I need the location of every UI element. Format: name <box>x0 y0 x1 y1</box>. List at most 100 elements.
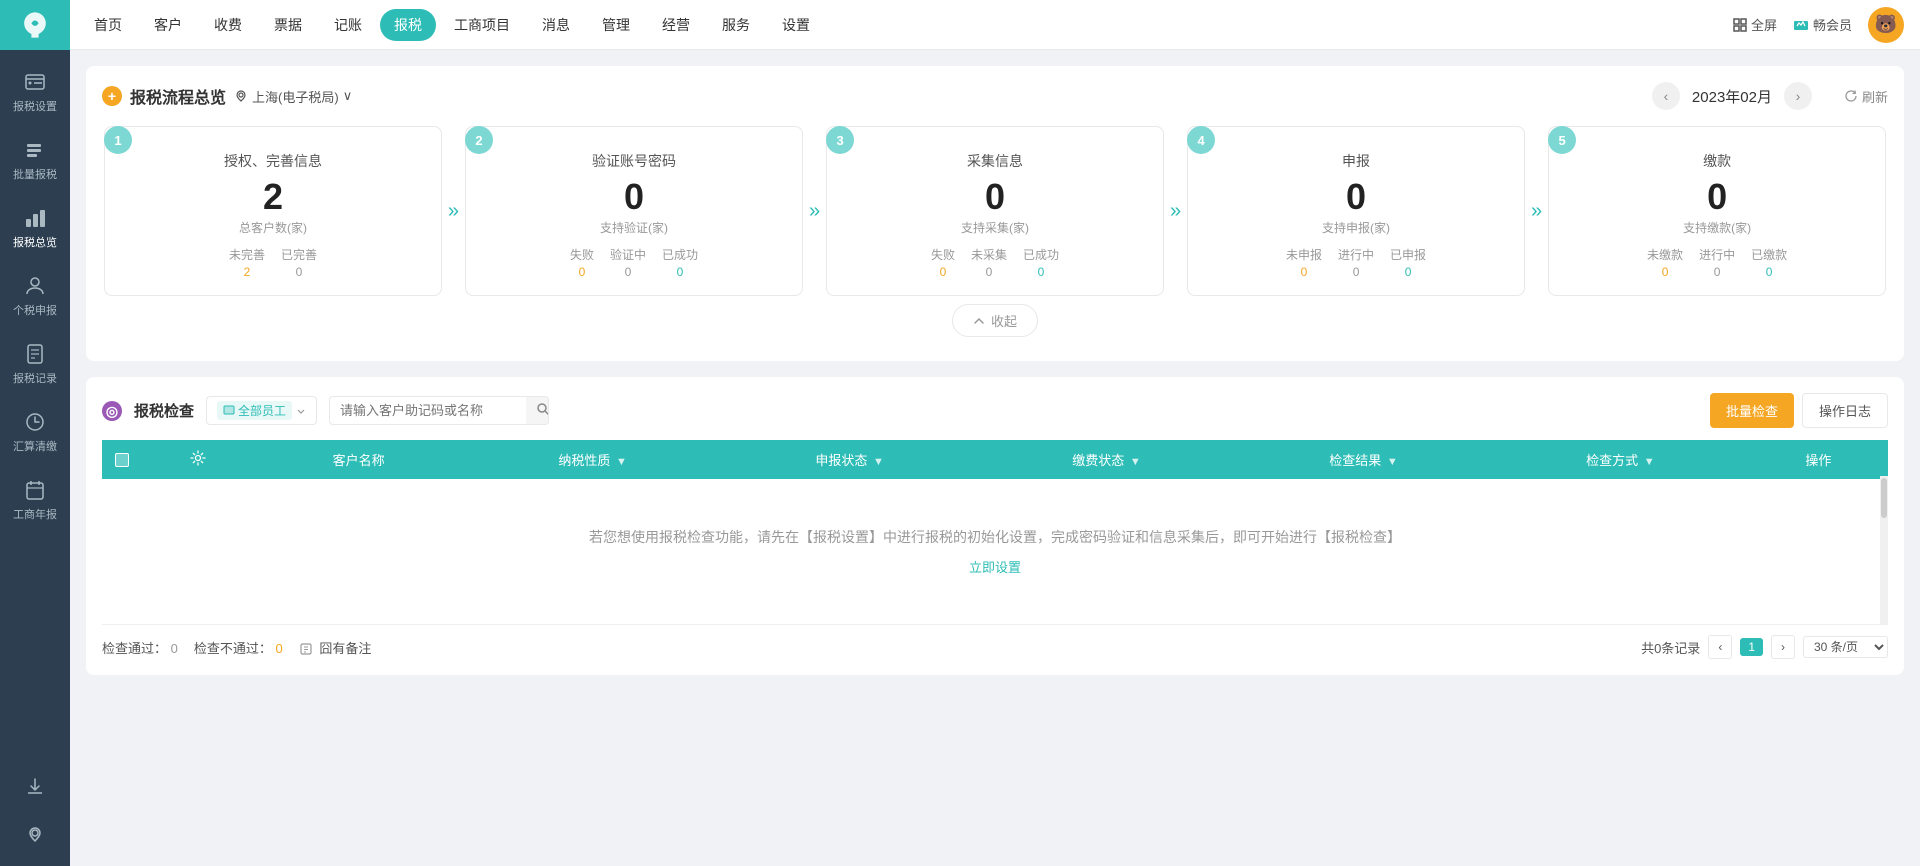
per-page-select[interactable]: 30 条/页50 条/页100 条/页 <box>1803 636 1888 658</box>
overview-header: + 报税流程总览 上海(电子税局) ∨ ‹ 2023年02月 › <box>102 82 1888 110</box>
nav-item-business[interactable]: 工商项目 <box>440 9 524 41</box>
location-badge[interactable]: 上海(电子税局) ∨ <box>234 87 352 106</box>
stat-collect-success: 已成功 0 <box>1023 246 1059 279</box>
sidebar-item-location[interactable] <box>0 812 70 856</box>
stat-declaring: 进行中 0 <box>1338 246 1374 279</box>
step-num-4: 4 <box>1187 126 1215 154</box>
tax-nature-filter-icon[interactable]: ▼ <box>616 456 627 468</box>
vip-button[interactable]: 畅会员 <box>1793 15 1852 34</box>
batch-check-button[interactable]: 批量检查 <box>1710 393 1794 428</box>
flow-step-1: 1 授权、完善信息 2 总客户数(家) 未完善 2 已完善 0 <box>104 126 442 296</box>
nav-item-account[interactable]: 记账 <box>320 9 376 41</box>
avatar[interactable]: 🐻 <box>1868 7 1904 43</box>
nav-item-service[interactable]: 服务 <box>708 9 764 41</box>
check-title: 报税检查 <box>134 400 194 421</box>
nav-item-manage[interactable]: 管理 <box>588 9 644 41</box>
flow-step-4: 4 申报 0 支持申报(家) 未申报 0 进行中 0 已申报 0 <box>1187 126 1525 296</box>
location-pin-icon <box>234 89 248 103</box>
settings-icon[interactable] <box>190 450 206 466</box>
step-stats-1: 未完善 2 已完善 0 <box>229 246 317 279</box>
th-operation: 操作 <box>1749 440 1888 479</box>
step-count-4: 0 <box>1346 179 1366 215</box>
prev-month-button[interactable]: ‹ <box>1652 82 1680 110</box>
fail-count[interactable]: 0 <box>276 641 283 656</box>
collapse-button[interactable]: 收起 <box>952 304 1038 337</box>
fullscreen-button[interactable]: 全屏 <box>1733 15 1777 34</box>
stat-verifying: 验证中 0 <box>610 246 646 279</box>
next-page-button[interactable]: › <box>1771 635 1795 659</box>
stat-not-paid: 未缴款 0 <box>1647 246 1683 279</box>
settlement-icon <box>23 410 47 434</box>
step-stats-3: 失败 0 未采集 0 已成功 0 <box>931 246 1059 279</box>
flow-step-3: 3 采集信息 0 支持采集(家) 失败 0 未采集 0 已成功 0 <box>826 126 1164 296</box>
nav-item-tax[interactable]: 报税 <box>380 9 436 41</box>
flow-step-2: 2 验证账号密码 0 支持验证(家) 失败 0 验证中 0 已成功 0 <box>465 126 803 296</box>
refresh-label: 刷新 <box>1862 87 1888 106</box>
table-footer: 检查通过： 0 检查不通过： 0 囧有备注 共0条记录 ‹ 1 <box>102 625 1888 659</box>
nav-item-settings[interactable]: 设置 <box>768 9 824 41</box>
refresh-icon <box>1844 89 1858 103</box>
sidebar-item-personal-tax[interactable]: 个税申报 <box>0 264 70 328</box>
th-customer-name: 客户名称 <box>253 440 464 479</box>
collapse-label: 收起 <box>991 311 1017 330</box>
th-declare-status: 申报状态 ▼ <box>721 440 978 479</box>
stat-not-collected: 未采集 0 <box>971 246 1007 279</box>
step-subtitle-4: 支持申报(家) <box>1322 219 1390 236</box>
sidebar-item-tax-overview[interactable]: 报税总览 <box>0 196 70 260</box>
nav-item-customer[interactable]: 客户 <box>140 9 196 41</box>
th-checkbox <box>102 440 142 479</box>
sidebar-label-tax-record: 报税记录 <box>13 370 57 386</box>
sidebar-item-tax-record[interactable]: 报税记录 <box>0 332 70 396</box>
sidebar-item-settlement[interactable]: 汇算清缴 <box>0 400 70 464</box>
empty-state-cell: 若您想使用报税检查功能，请先在【报税设置】中进行报税的初始化设置，完成密码验证和… <box>102 479 1888 625</box>
sidebar-label-settlement: 汇算清缴 <box>13 438 57 454</box>
pay-status-filter-icon[interactable]: ▼ <box>1130 456 1141 468</box>
scrollbar-thumb[interactable] <box>1881 478 1887 518</box>
empty-message: 若您想使用报税检查功能，请先在【报税设置】中进行报税的初始化设置，完成密码验证和… <box>134 527 1856 547</box>
filter-tag: 全部员工 <box>217 401 292 420</box>
stat-incomplete: 未完善 2 <box>229 246 265 279</box>
nav-item-home[interactable]: 首页 <box>80 9 136 41</box>
setup-link[interactable]: 立即设置 <box>134 557 1856 576</box>
sidebar-item-annual-report[interactable]: 工商年报 <box>0 468 70 532</box>
sidebar-item-download[interactable] <box>0 764 70 808</box>
th-tax-nature: 纳税性质 ▼ <box>464 440 721 479</box>
action-buttons: 批量检查 操作日志 <box>1710 393 1888 428</box>
declare-status-filter-icon[interactable]: ▼ <box>873 456 884 468</box>
location-chevron: ∨ <box>343 88 353 104</box>
search-box <box>329 396 549 425</box>
sidebar-item-tax-settings[interactable]: 报税设置 <box>0 60 70 124</box>
check-method-filter-icon[interactable]: ▼ <box>1644 456 1655 468</box>
main-content: + 报税流程总览 上海(电子税局) ∨ ‹ 2023年02月 › <box>70 50 1920 866</box>
download-icon <box>23 774 47 798</box>
employee-filter[interactable]: 全部员工 <box>206 396 317 425</box>
check-result-filter-icon[interactable]: ▼ <box>1387 456 1398 468</box>
check-header: ◎ 报税检查 全部员工 <box>102 393 1888 428</box>
operation-log-button[interactable]: 操作日志 <box>1802 393 1888 428</box>
refresh-button[interactable]: 刷新 <box>1844 87 1888 106</box>
stat-not-declared: 未申报 0 <box>1286 246 1322 279</box>
step-num-5: 5 <box>1548 126 1576 154</box>
sidebar-label-personal-tax: 个税申报 <box>13 302 57 318</box>
collapse-icon <box>973 315 985 327</box>
nav-item-invoice[interactable]: 票据 <box>260 9 316 41</box>
nav-item-fee[interactable]: 收费 <box>200 9 256 41</box>
search-icon <box>536 402 549 416</box>
step-stats-5: 未缴款 0 进行中 0 已缴款 0 <box>1647 246 1787 279</box>
pass-count[interactable]: 0 <box>171 641 178 656</box>
overview-section: + 报税流程总览 上海(电子税局) ∨ ‹ 2023年02月 › <box>86 66 1904 361</box>
next-month-button[interactable]: › <box>1784 82 1812 110</box>
top-nav: 首页 客户 收费 票据 记账 报税 工商项目 消息 管理 经营 服务 设置 全屏 <box>0 0 1920 50</box>
nav-item-message[interactable]: 消息 <box>528 9 584 41</box>
step-title-2: 验证账号密码 <box>592 151 676 171</box>
th-pay-status: 缴费状态 ▼ <box>978 440 1235 479</box>
nav-item-operation[interactable]: 经营 <box>648 9 704 41</box>
tax-check-section: ◎ 报税检查 全部员工 <box>86 377 1904 675</box>
prev-page-button[interactable]: ‹ <box>1708 635 1732 659</box>
filter-chevron-icon <box>296 406 306 416</box>
search-input[interactable] <box>330 398 526 423</box>
search-button[interactable] <box>526 397 549 424</box>
sidebar-item-batch-tax[interactable]: 批量报税 <box>0 128 70 192</box>
app-logo <box>0 0 70 50</box>
select-all-checkbox[interactable] <box>115 453 129 467</box>
